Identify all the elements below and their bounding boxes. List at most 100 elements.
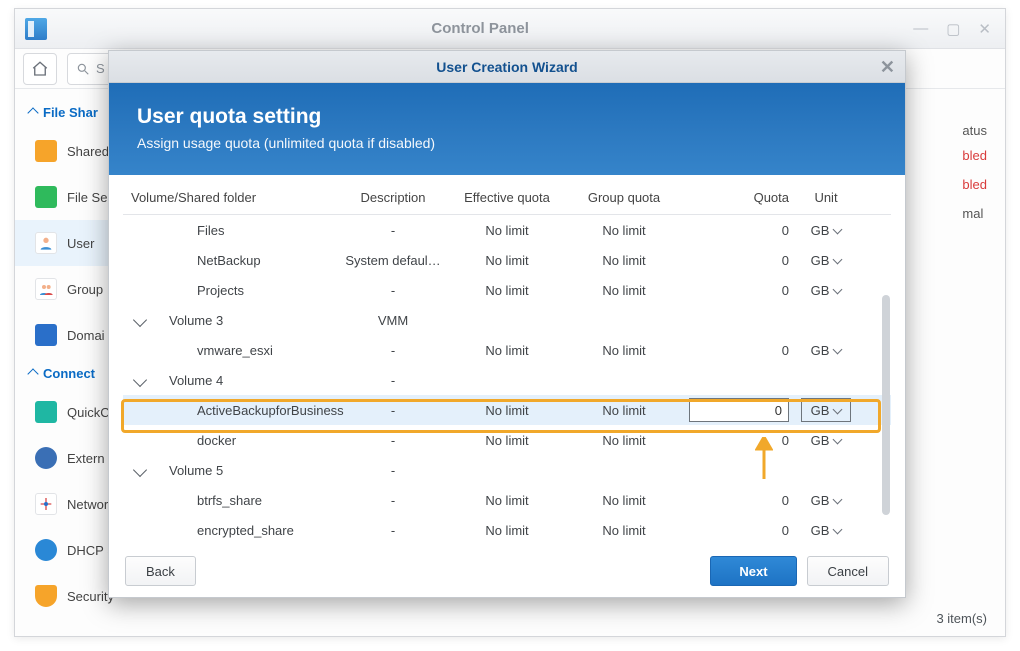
unit-select[interactable]: GB — [811, 283, 842, 298]
chevron-down-icon — [833, 284, 843, 294]
table-row[interactable]: btrfs_share-No limitNo limit0GB — [123, 485, 891, 515]
row-unit: GB — [797, 523, 861, 538]
row-group-quota: No limit — [565, 523, 683, 538]
back-button[interactable]: Back — [125, 556, 196, 586]
maximize-icon[interactable]: ▢ — [946, 20, 960, 38]
row-desc: VMM — [337, 313, 449, 328]
row-quota[interactable]: 0 — [683, 343, 797, 358]
row-quota[interactable]: 0 — [683, 523, 797, 538]
row-name: encrypted_share — [151, 523, 294, 538]
bg-status-column: atus bled bled mal — [962, 123, 987, 235]
col-header-eff[interactable]: Effective quota — [449, 190, 565, 205]
col-header-grp[interactable]: Group quota — [565, 190, 683, 205]
table-row[interactable]: ActiveBackupforBusiness-No limitNo limit… — [123, 395, 891, 425]
row-unit: GB — [797, 493, 861, 508]
row-quota[interactable]: 0 — [683, 223, 797, 238]
row-group-quota: No limit — [565, 223, 683, 238]
scrollbar[interactable] — [881, 215, 891, 537]
wizard-heading: User quota setting — [137, 105, 877, 129]
row-quota[interactable]: 0 — [683, 253, 797, 268]
unit-select[interactable]: GB — [801, 398, 851, 422]
row-group-quota: No limit — [565, 283, 683, 298]
cancel-button[interactable]: Cancel — [807, 556, 889, 586]
col-header-desc[interactable]: Description — [337, 190, 449, 205]
row-desc: - — [337, 373, 449, 388]
table-row[interactable]: Volume 4- — [123, 365, 891, 395]
chevron-down-icon — [833, 434, 843, 444]
row-effective-quota: No limit — [449, 253, 565, 268]
wizard-content: Volume/Shared folder Description Effecti… — [109, 175, 905, 545]
row-name: ActiveBackupforBusiness — [151, 403, 344, 418]
chevron-down-icon[interactable] — [133, 313, 147, 327]
row-effective-quota: No limit — [449, 433, 565, 448]
table-row[interactable]: docker-No limitNo limit0GB — [123, 425, 891, 455]
row-effective-quota: No limit — [449, 283, 565, 298]
unit-select[interactable]: GB — [811, 223, 842, 238]
wizard-header: User quota setting Assign usage quota (u… — [109, 83, 905, 175]
row-name: Volume 5 — [151, 463, 223, 478]
row-effective-quota: No limit — [449, 403, 565, 418]
row-group-quota: No limit — [565, 403, 683, 418]
chevron-down-icon — [833, 404, 843, 414]
table-row[interactable]: NetBackupSystem defaul…No limitNo limit0… — [123, 245, 891, 275]
row-desc: System defaul… — [337, 253, 449, 268]
next-button[interactable]: Next — [710, 556, 796, 586]
row-desc: - — [337, 493, 449, 508]
row-group-quota: No limit — [565, 433, 683, 448]
chevron-down-icon[interactable] — [133, 373, 147, 387]
row-quota[interactable]: 0 — [683, 493, 797, 508]
unit-select[interactable]: GB — [811, 433, 842, 448]
row-unit: GB — [797, 223, 861, 238]
dhcp-icon — [35, 539, 57, 561]
chevron-down-icon — [833, 224, 843, 234]
row-unit: GB — [797, 253, 861, 268]
row-desc: - — [337, 433, 449, 448]
row-quota[interactable]: 0 — [683, 433, 797, 448]
row-name: docker — [151, 433, 236, 448]
minimize-icon[interactable]: — — [913, 20, 928, 37]
status-value: bled — [962, 177, 987, 192]
table-header: Volume/Shared folder Description Effecti… — [123, 181, 891, 215]
row-quota[interactable]: 0 — [683, 283, 797, 298]
group-icon — [35, 278, 57, 300]
chevron-down-icon[interactable] — [133, 463, 147, 477]
app-icon — [25, 18, 47, 40]
table-row[interactable]: Volume 3VMM — [123, 305, 891, 335]
row-name: Projects — [151, 283, 244, 298]
unit-select[interactable]: GB — [811, 253, 842, 268]
home-button[interactable] — [23, 53, 57, 85]
close-icon[interactable]: ✕ — [978, 20, 991, 38]
unit-select[interactable]: GB — [811, 343, 842, 358]
row-group-quota: No limit — [565, 253, 683, 268]
table-row[interactable]: Projects-No limitNo limit0GB — [123, 275, 891, 305]
table-row[interactable]: Volume 5- — [123, 455, 891, 485]
wizard-subheading: Assign usage quota (unlimited quota if d… — [137, 135, 877, 151]
unit-select[interactable]: GB — [811, 493, 842, 508]
row-unit: GB — [797, 343, 861, 358]
fileservice-icon — [35, 186, 57, 208]
table-row[interactable]: vmware_esxi-No limitNo limit0GB — [123, 335, 891, 365]
col-header-name[interactable]: Volume/Shared folder — [123, 190, 337, 205]
domain-icon — [35, 324, 57, 346]
row-desc: - — [337, 283, 449, 298]
col-header-unit[interactable]: Unit — [797, 190, 861, 205]
chevron-down-icon — [833, 494, 843, 504]
close-icon[interactable]: ✕ — [880, 57, 895, 78]
quota-input[interactable] — [689, 398, 789, 422]
scrollbar-thumb[interactable] — [882, 295, 890, 515]
folder-icon — [35, 140, 57, 162]
chevron-down-icon — [833, 254, 843, 264]
search-placeholder: S — [96, 61, 105, 76]
quota-table: Volume/Shared folder Description Effecti… — [123, 181, 891, 541]
wizard-footer: Back Next Cancel — [109, 545, 905, 597]
unit-select[interactable]: GB — [811, 523, 842, 538]
user-creation-wizard: User Creation Wizard ✕ User quota settin… — [108, 50, 906, 598]
table-row[interactable]: encrypted_share-No limitNo limit0GB — [123, 515, 891, 541]
user-icon — [35, 232, 57, 254]
chevron-down-icon — [833, 524, 843, 534]
table-row[interactable]: Files-No limitNo limit0GB — [123, 215, 891, 245]
row-group-quota: No limit — [565, 493, 683, 508]
col-header-quota[interactable]: Quota — [683, 190, 797, 205]
chevron-down-icon — [833, 344, 843, 354]
row-unit: GB — [797, 283, 861, 298]
